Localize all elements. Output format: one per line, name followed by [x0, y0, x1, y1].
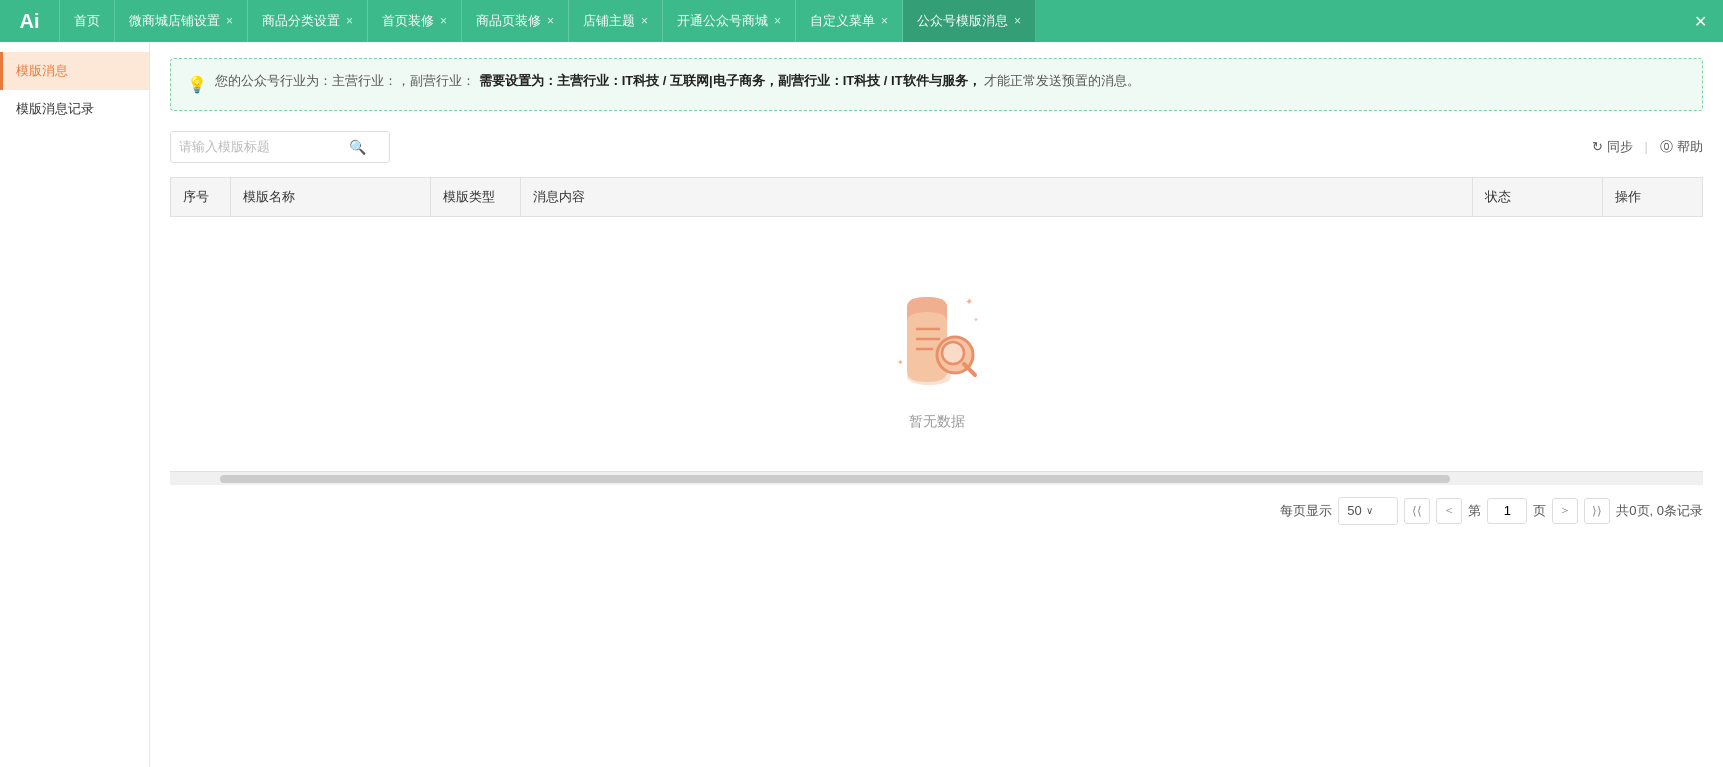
- col-content: 消息内容: [521, 177, 1473, 216]
- next-page-button[interactable]: ＞: [1552, 498, 1578, 524]
- tab-home-decorate[interactable]: 首页装修×: [368, 0, 462, 42]
- tab-bar: Ai 首页微商城店铺设置×商品分类设置×首页装修×商品页装修×店铺主题×开通公众…: [0, 0, 1723, 42]
- table-header-row: 序号 模版名称 模版类型 消息内容 状态 操作: [171, 177, 1703, 216]
- tab-close-icon[interactable]: ×: [346, 14, 353, 28]
- notice-banner: 💡 您的公众号行业为：主营行业：，副营行业： 需要设置为：主营行业：IT科技 /…: [170, 58, 1703, 111]
- empty-illustration: ✦ ✦ ✦: [877, 277, 997, 397]
- col-seq: 序号: [171, 177, 231, 216]
- search-bar: 🔍 ↻ 同步 | ⓪ 帮助: [170, 131, 1703, 163]
- sidebar-item-template-msg[interactable]: 模版消息: [0, 52, 149, 90]
- prev-page-button[interactable]: ＜: [1436, 498, 1462, 524]
- per-page-value: 50: [1347, 503, 1361, 518]
- notice-text: 您的公众号行业为：主营行业：，副营行业： 需要设置为：主营行业：IT科技 / 互…: [215, 71, 1140, 92]
- page-input-wrap: 第 页: [1468, 498, 1546, 524]
- tab-open-mall[interactable]: 开通公众号商城×: [663, 0, 796, 42]
- svg-text:✦: ✦: [965, 296, 973, 307]
- tab-close-icon[interactable]: ×: [881, 14, 888, 28]
- svg-text:✦: ✦: [897, 358, 904, 367]
- col-status: 状态: [1473, 177, 1603, 216]
- tab-template-msg[interactable]: 公众号模版消息×: [903, 0, 1036, 42]
- tab-close-icon[interactable]: ×: [226, 14, 233, 28]
- page-label-before: 第: [1468, 502, 1481, 520]
- sync-button[interactable]: ↻ 同步: [1592, 138, 1633, 156]
- divider: |: [1645, 139, 1648, 154]
- logo: Ai: [0, 0, 60, 42]
- notice-icon: 💡: [187, 72, 207, 98]
- page-label-after: 页: [1533, 502, 1546, 520]
- svg-point-5: [942, 342, 964, 364]
- page-input[interactable]: [1487, 498, 1527, 524]
- last-page-button[interactable]: ⟩⟩: [1584, 498, 1610, 524]
- tab-product-decorate[interactable]: 商品页装修×: [462, 0, 569, 42]
- help-icon: ⓪: [1660, 138, 1673, 156]
- scrollbar-thumb[interactable]: [220, 475, 1450, 483]
- tab-close-icon[interactable]: ×: [440, 14, 447, 28]
- scrollbar-area: [170, 471, 1703, 485]
- per-page-label: 每页显示: [1280, 502, 1332, 520]
- search-icon[interactable]: 🔍: [349, 139, 366, 155]
- tab-close-icon[interactable]: ×: [547, 14, 554, 28]
- content-area: 💡 您的公众号行业为：主营行业：，副营行业： 需要设置为：主营行业：IT科技 /…: [150, 42, 1723, 767]
- tab-close-icon[interactable]: ×: [774, 14, 781, 28]
- empty-text: 暂无数据: [909, 413, 965, 431]
- col-name: 模版名称: [231, 177, 431, 216]
- tab-product-category[interactable]: 商品分类设置×: [248, 0, 368, 42]
- close-all-button[interactable]: ✕: [1678, 0, 1723, 42]
- tab-close-icon[interactable]: ×: [1014, 14, 1021, 28]
- help-button[interactable]: ⓪ 帮助: [1660, 138, 1703, 156]
- first-page-button[interactable]: ⟨⟨: [1404, 498, 1430, 524]
- search-input-wrap: 🔍: [170, 131, 390, 163]
- col-action: 操作: [1603, 177, 1703, 216]
- sync-icon: ↻: [1592, 139, 1603, 154]
- tab-shop-setting[interactable]: 微商城店铺设置×: [115, 0, 248, 42]
- per-page-dropdown-icon: ∨: [1366, 505, 1373, 516]
- data-table: 序号 模版名称 模版类型 消息内容 状态 操作: [170, 177, 1703, 217]
- sidebar-item-template-msg-record[interactable]: 模版消息记录: [0, 90, 149, 128]
- main-layout: 模版消息模版消息记录 💡 您的公众号行业为：主营行业：，副营行业： 需要设置为：…: [0, 42, 1723, 767]
- per-page-select[interactable]: 50 ∨: [1338, 497, 1398, 525]
- notice-highlight: 需要设置为：主营行业：IT科技 / 互联网|电子商务，副营行业：IT科技 / I…: [479, 73, 981, 88]
- svg-text:✦: ✦: [973, 316, 979, 323]
- tab-home[interactable]: 首页: [60, 0, 115, 42]
- empty-state: ✦ ✦ ✦ 暂无数据: [170, 217, 1703, 471]
- toolbar-right: ↻ 同步 | ⓪ 帮助: [1592, 138, 1703, 156]
- sidebar: 模版消息模版消息记录: [0, 42, 150, 767]
- tab-custom-menu[interactable]: 自定义菜单×: [796, 0, 903, 42]
- col-type: 模版类型: [431, 177, 521, 216]
- search-input[interactable]: [179, 139, 349, 154]
- pagination: 每页显示 50 ∨ ⟨⟨ ＜ 第 页 ＞ ⟩⟩ 共0页, 0条记录: [170, 485, 1703, 533]
- total-info: 共0页, 0条记录: [1616, 502, 1703, 520]
- tab-shop-theme[interactable]: 店铺主题×: [569, 0, 663, 42]
- tab-close-icon[interactable]: ×: [641, 14, 648, 28]
